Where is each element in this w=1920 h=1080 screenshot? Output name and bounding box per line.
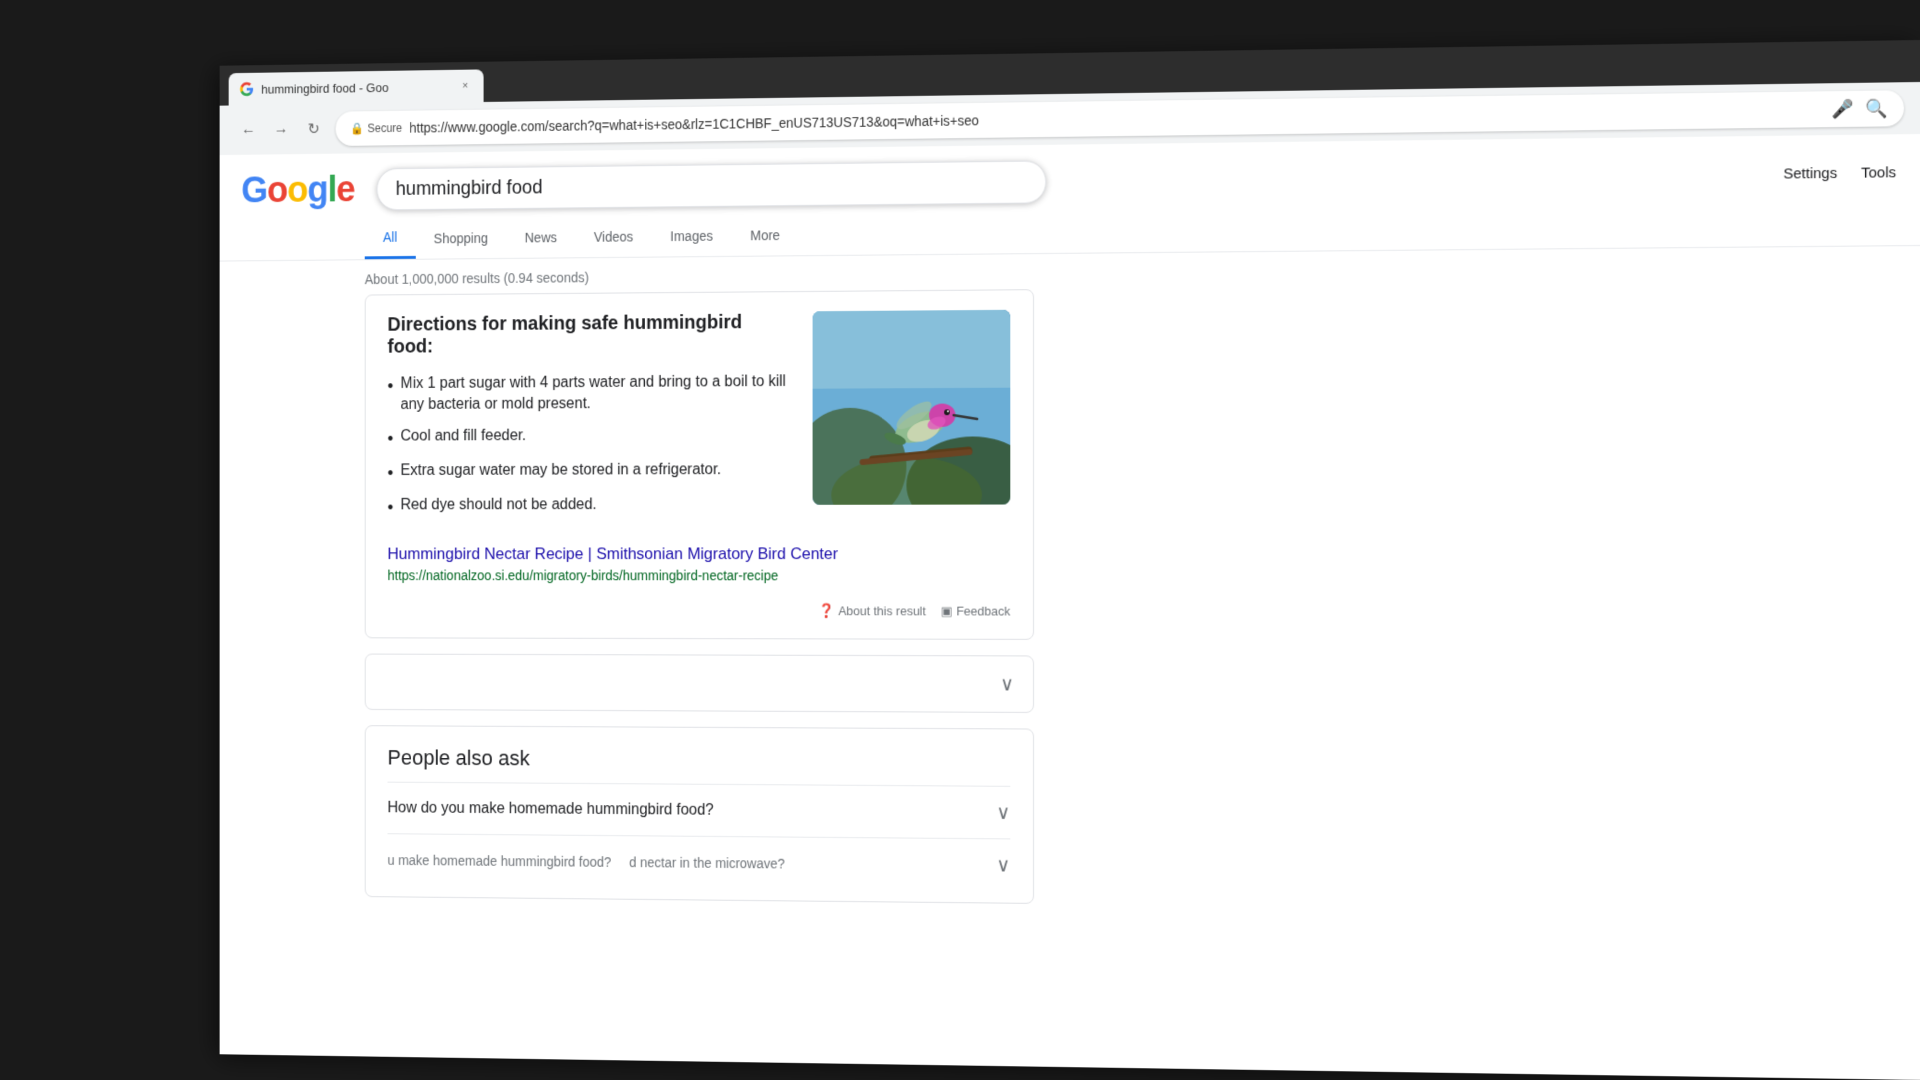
feedback-button[interactable]: ▣ Feedback	[941, 604, 1010, 620]
snippet-image	[813, 310, 1011, 505]
paa-arrow-2: ∨	[996, 853, 1010, 877]
snippet-bullet-2: • Cool and fill feeder.	[388, 424, 794, 451]
search-box-container	[376, 160, 1046, 210]
settings-link[interactable]: Settings	[1783, 164, 1837, 182]
snippet-bullet-3: • Extra sugar water may be stored in a r…	[388, 459, 794, 485]
header-right: Settings Tools	[1783, 164, 1896, 182]
snippet-bullet-1: • Mix 1 part sugar with 4 parts water an…	[388, 371, 794, 416]
search-icon[interactable]: 🔍	[1866, 98, 1888, 119]
tools-link[interactable]: Tools	[1861, 164, 1896, 181]
expandable-result-1[interactable]: ∨	[365, 654, 1034, 713]
tab-videos[interactable]: Videos	[575, 217, 651, 256]
question-circle-icon: ❓	[818, 603, 834, 619]
snippet-with-image: Directions for making safe hummingbird f…	[388, 310, 1011, 530]
google-logo: Google	[241, 169, 354, 211]
active-tab[interactable]: hummingbird food - Goo ×	[229, 69, 484, 105]
people-also-ask: People also ask How do you make homemade…	[365, 725, 1034, 904]
bullet-2: •	[388, 427, 394, 451]
hummingbird-svg	[813, 310, 1011, 505]
paa-question-2: u make homemade hummingbird food? d nect…	[388, 852, 785, 871]
secure-badge: 🔒 Secure	[350, 121, 402, 135]
secure-label: Secure	[367, 121, 402, 135]
snippet-feedback-row: ❓ About this result ▣ Feedback	[388, 595, 1011, 620]
logo-o2: o	[287, 170, 307, 210]
tab-title: hummingbird food - Goo	[261, 79, 450, 96]
tab-all[interactable]: All	[365, 218, 416, 260]
snippet-list: • Mix 1 part sugar with 4 parts water an…	[388, 371, 794, 520]
logo-e: e	[336, 169, 354, 209]
google-page: Google Settings Tools All Shopping News …	[220, 134, 1920, 1080]
tab-news[interactable]: News	[506, 217, 575, 256]
lock-icon: 🔒	[350, 122, 364, 136]
snippet-content: Directions for making safe hummingbird f…	[388, 311, 794, 529]
paa-arrow-1: ∨	[996, 801, 1010, 825]
results-area: Directions for making safe hummingbird f…	[220, 282, 1920, 929]
bullet-4: •	[388, 496, 394, 520]
refresh-button[interactable]: ↻	[299, 114, 328, 145]
paa-title: People also ask	[388, 746, 1011, 775]
featured-snippet: Directions for making safe hummingbird f…	[365, 289, 1034, 640]
logo-l: l	[328, 169, 337, 209]
bullet-1: •	[388, 375, 394, 399]
tab-more[interactable]: More	[732, 215, 799, 254]
logo-g: G	[241, 170, 267, 210]
snippet-bullet-4: • Red dye should not be added.	[388, 494, 794, 520]
forward-button[interactable]: →	[267, 114, 296, 145]
address-text: https://www.google.com/search?q=what+is+…	[409, 101, 1823, 135]
tab-favicon	[239, 81, 253, 96]
results-column: Directions for making safe hummingbird f…	[365, 289, 1034, 920]
snippet-title: Directions for making safe hummingbird f…	[388, 311, 794, 358]
paa-item-2[interactable]: u make homemade hummingbird food? d nect…	[388, 834, 1011, 892]
search-input[interactable]	[376, 160, 1046, 210]
address-icons: 🎤 🔍	[1831, 98, 1888, 120]
logo-g2: g	[307, 169, 327, 209]
tab-shopping[interactable]: Shopping	[415, 218, 506, 257]
tab-images[interactable]: Images	[652, 216, 732, 255]
microphone-icon[interactable]: 🎤	[1831, 98, 1853, 119]
back-button[interactable]: ←	[234, 115, 263, 146]
logo-o1: o	[267, 170, 287, 210]
browser-window: hummingbird food - Goo × ← → ↻ 🔒 Secure …	[220, 40, 1920, 1080]
feedback-icon: ▣	[941, 604, 953, 620]
paa-item-1[interactable]: How do you make homemade hummingbird foo…	[388, 782, 1011, 839]
bullet-3: •	[388, 462, 394, 486]
snippet-source-link[interactable]: Hummingbird Nectar Recipe | Smithsonian …	[388, 545, 1011, 564]
paa-question-1: How do you make homemade hummingbird foo…	[388, 800, 714, 820]
nav-buttons: ← → ↻	[234, 114, 328, 146]
about-result-button[interactable]: ❓ About this result	[818, 603, 926, 620]
expand-arrow-1: ∨	[1000, 672, 1014, 696]
tab-close-button[interactable]: ×	[458, 78, 473, 94]
snippet-url: https://nationalzoo.si.edu/migratory-bir…	[388, 568, 1011, 584]
